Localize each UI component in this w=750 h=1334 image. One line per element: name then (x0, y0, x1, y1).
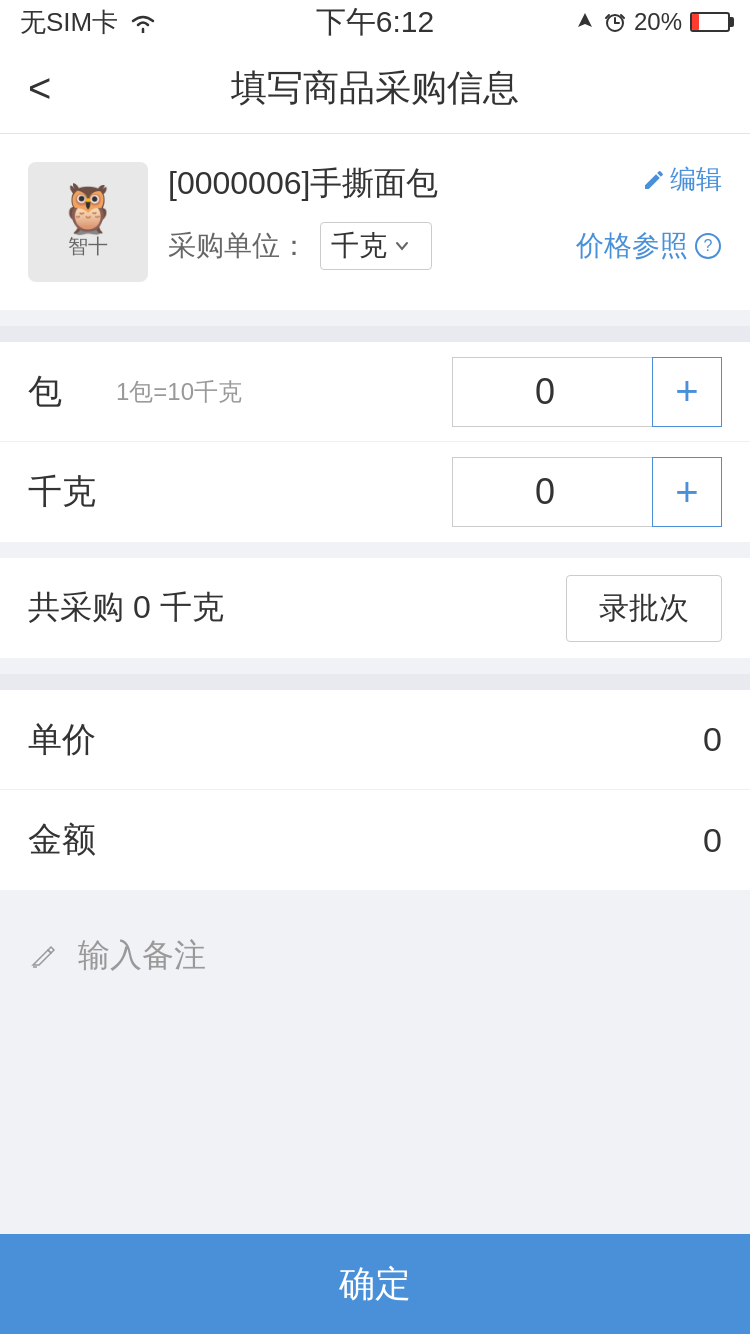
unit-price-row: 单价 0 (0, 690, 750, 790)
bag-input-area: + (452, 357, 722, 427)
product-image: 🦉 智十 (28, 162, 148, 282)
amount-value: 0 (703, 821, 722, 860)
product-name: [0000006]手撕面包 (168, 162, 438, 206)
edit-label: 编辑 (670, 162, 722, 197)
status-right: 20% (574, 8, 730, 36)
status-bar: 无SIM卡 下午6:12 20% (0, 0, 750, 44)
edit-button[interactable]: 编辑 (642, 162, 722, 197)
location-icon (574, 11, 596, 33)
info-icon: ? (694, 232, 722, 260)
product-unit-row: 采购单位： 千克 价格参照 ? (168, 222, 722, 270)
chevron-down-icon (393, 237, 411, 255)
amount-row: 金额 0 (0, 790, 750, 890)
bag-label: 包 (28, 369, 108, 415)
bag-input-row: 包 1包=10千克 + (0, 342, 750, 442)
kg-input-row: 千克 + (0, 442, 750, 542)
nav-bar: < 填写商品采购信息 (0, 44, 750, 134)
kg-input-area: + (452, 457, 722, 527)
edit-icon (642, 168, 666, 192)
input-section: 包 1包=10千克 + 千克 + (0, 342, 750, 542)
page-title: 填写商品采购信息 (231, 64, 519, 113)
battery-indicator (690, 12, 730, 32)
section-separator-1 (0, 326, 750, 342)
status-left: 无SIM卡 (20, 5, 158, 40)
price-ref-label: 价格参照 (576, 227, 688, 265)
record-batch-button[interactable]: 录批次 (566, 575, 722, 642)
unit-label: 采购单位： (168, 227, 308, 265)
kg-quantity-input[interactable] (452, 457, 652, 527)
summary-row: 共采购 0 千克 录批次 (0, 558, 750, 658)
notes-placeholder: 输入备注 (78, 934, 206, 978)
info-section: 单价 0 金额 0 (0, 690, 750, 890)
bag-quantity-input[interactable] (452, 357, 652, 427)
kg-label: 千克 (28, 469, 108, 515)
product-image-label: 智十 (68, 233, 108, 260)
product-card: 🦉 智十 [0000006]手撕面包 编辑 采购单位： 千克 (0, 134, 750, 310)
summary-text: 共采购 0 千克 (28, 586, 224, 630)
unit-select[interactable]: 千克 (320, 222, 432, 270)
section-separator-2 (0, 674, 750, 690)
unit-price-label: 单价 (28, 717, 96, 763)
confirm-button[interactable]: 确定 (0, 1234, 750, 1334)
amount-label: 金额 (28, 817, 96, 863)
pencil-icon (28, 939, 62, 973)
alarm-icon (604, 11, 626, 33)
kg-plus-button[interactable]: + (652, 457, 722, 527)
notes-section[interactable]: 输入备注 (0, 906, 750, 1006)
back-button[interactable]: < (28, 66, 51, 111)
svg-text:?: ? (704, 237, 713, 254)
wifi-icon (128, 11, 158, 33)
unit-price-value: 0 (703, 720, 722, 759)
status-time: 下午6:12 (316, 2, 434, 43)
unit-value: 千克 (331, 227, 387, 265)
price-ref-button[interactable]: 价格参照 ? (576, 227, 722, 265)
battery-percent: 20% (634, 8, 682, 36)
product-name-row: [0000006]手撕面包 编辑 (168, 162, 722, 206)
bag-sublabel: 1包=10千克 (116, 376, 452, 408)
carrier-text: 无SIM卡 (20, 5, 118, 40)
product-owl-icon: 🦉 (58, 185, 118, 233)
product-info: [0000006]手撕面包 编辑 采购单位： 千克 (168, 162, 722, 270)
bag-plus-button[interactable]: + (652, 357, 722, 427)
